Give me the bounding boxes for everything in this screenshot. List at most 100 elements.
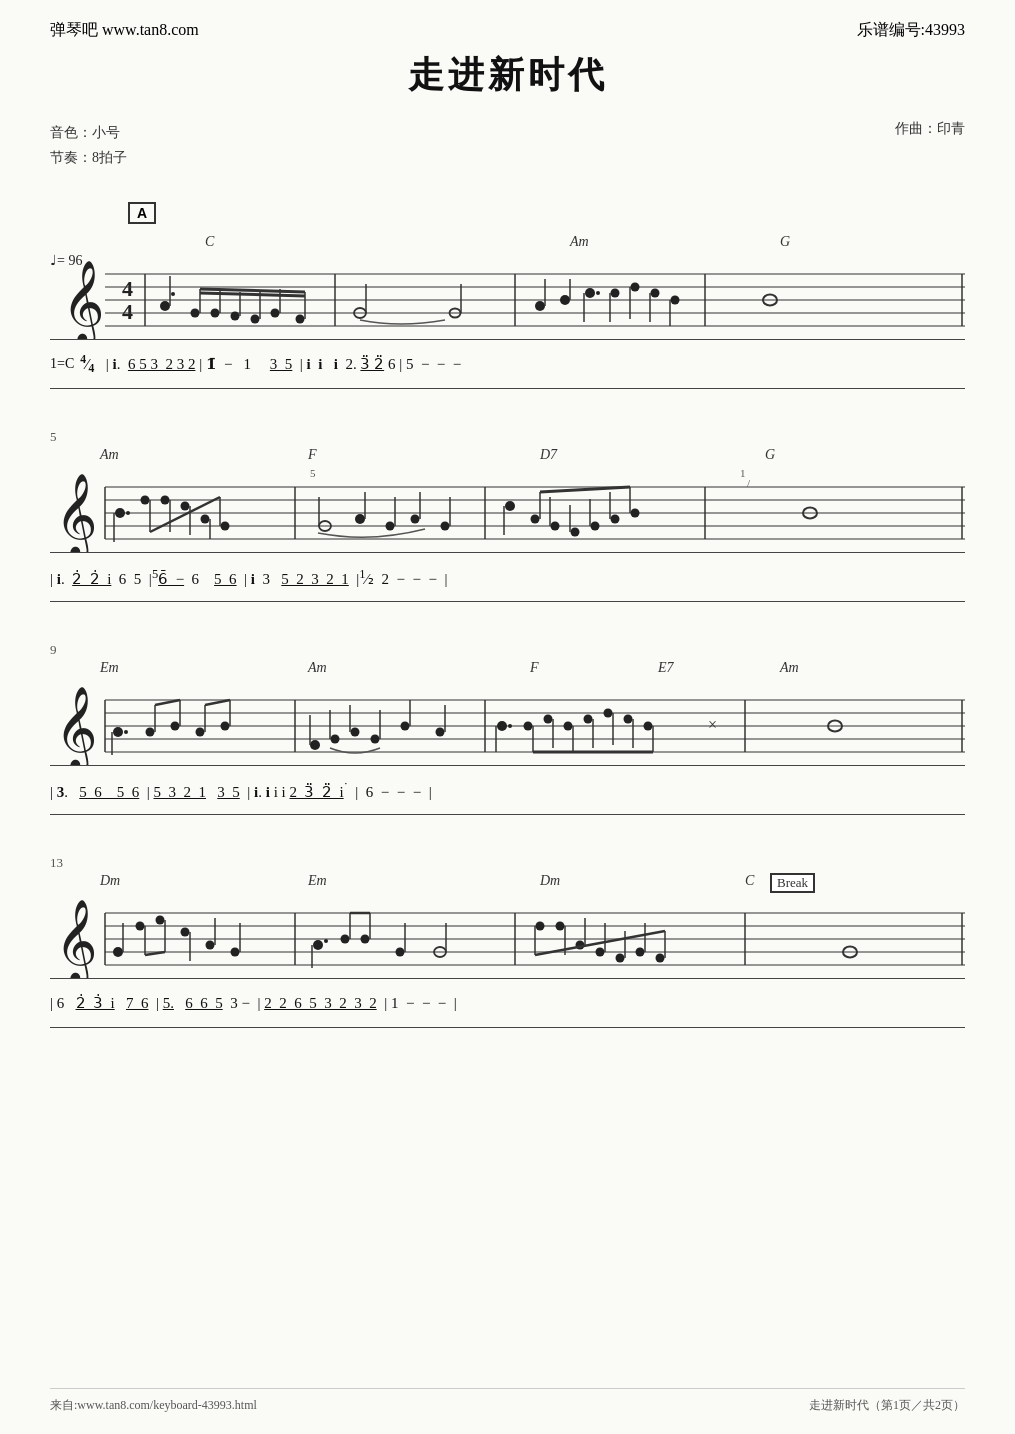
chord-F2: F [530, 660, 539, 676]
svg-point-61 [115, 508, 125, 518]
notation-text-3: | 3. 5 6 5 6 | 5 3 2 1 3 5 | i. i i i 2 … [50, 780, 432, 801]
svg-point-198 [556, 922, 565, 931]
row4-markers: 13 [50, 853, 965, 873]
svg-text:𝄞: 𝄞 [55, 474, 98, 552]
svg-point-115 [113, 727, 123, 737]
score-id: 乐谱编号:43993 [857, 20, 965, 41]
tempo-mark: ♩= 96 [50, 252, 82, 269]
section-a: A [128, 202, 156, 224]
row3-num: 9 [50, 642, 57, 658]
title-section: 走进新时代 [50, 51, 965, 100]
staff-lines-svg-4: 𝄞 [50, 893, 965, 978]
svg-point-145 [544, 715, 553, 724]
staff-svg-4: 𝄞 [50, 893, 965, 978]
svg-point-171 [113, 947, 123, 957]
notation-text-1: | i. 6 5 3 2 3 2 | 1̄ − 1 3 5 | i i i 2.… [98, 355, 461, 373]
notation-row-1: 1=C 4⁄4 | i. 6 5 3 2 3 2 | 1̄ − 1 3 5 | … [50, 339, 965, 389]
staff-lines-svg-2: 𝄞 [50, 467, 965, 552]
svg-point-26 [296, 315, 305, 324]
svg-point-86 [505, 501, 515, 511]
svg-point-64 [141, 496, 150, 505]
svg-point-94 [591, 522, 600, 531]
notation-row-3: | 3. 5 6 5 6 | 5 3 2 1 3 5 | i. i i i 2 … [50, 765, 965, 815]
svg-point-13 [160, 301, 170, 311]
svg-point-39 [596, 291, 600, 295]
svg-point-189 [361, 935, 370, 944]
svg-point-182 [231, 948, 240, 957]
svg-point-155 [644, 722, 653, 731]
svg-line-29 [200, 293, 305, 296]
svg-point-184 [313, 940, 323, 950]
chord-Em2: Em [308, 873, 327, 889]
row2-num: 5 [50, 429, 57, 445]
svg-point-84 [441, 522, 450, 531]
svg-point-149 [584, 715, 593, 724]
chord-F: F [308, 447, 317, 463]
chord-Am: Am [570, 234, 589, 250]
chord-G: G [780, 234, 790, 250]
svg-point-130 [331, 735, 340, 744]
row3-markers: 9 [50, 640, 965, 660]
row4-num: 13 [50, 855, 63, 871]
svg-point-140 [497, 721, 507, 731]
timbre-label: 音色：小号 [50, 120, 127, 145]
svg-line-28 [200, 289, 305, 292]
svg-text:5: 5 [310, 467, 316, 479]
notation-text-2: | i. 2̇ 2̇ i 6 5 |56̄ − 6 5 6 | i 3 5 2 … [50, 567, 447, 588]
svg-point-123 [196, 728, 205, 737]
staff-lines-svg-1: 𝄞 4 4 [50, 254, 965, 339]
notation-row-4: | 6 2̇ 3̇ i 7 6 | 5. 6 6 5 3 − | 2 2 6 5… [50, 978, 965, 1028]
svg-point-208 [656, 954, 665, 963]
break-marker: Break [770, 873, 815, 893]
svg-point-98 [631, 509, 640, 518]
site-label: 弹琴吧 www.tan8.com [50, 20, 199, 41]
meta-left: 音色：小号 节奏：8拍子 [50, 120, 127, 170]
main-title: 走进新时代 [50, 51, 965, 100]
chord-Am4: Am [780, 660, 799, 676]
svg-text:×: × [708, 716, 717, 733]
svg-point-38 [585, 288, 595, 298]
svg-point-45 [651, 289, 660, 298]
chord-Am2: Am [100, 447, 119, 463]
staff-row-4: 13 Dm Em Dm C Break 𝄞 [50, 853, 965, 1028]
chord-Dm: Dm [100, 873, 120, 889]
svg-point-175 [156, 916, 165, 925]
svg-point-125 [221, 722, 230, 731]
svg-point-206 [636, 948, 645, 957]
svg-point-141 [508, 724, 512, 728]
svg-point-22 [251, 315, 260, 324]
svg-point-128 [310, 740, 320, 750]
chord-E7: E7 [658, 660, 674, 676]
svg-point-90 [551, 522, 560, 531]
svg-point-41 [611, 289, 620, 298]
svg-point-88 [531, 515, 540, 524]
row2-chords: Am F D7 G [50, 447, 965, 467]
time-sig-display: 4⁄4 [80, 353, 94, 375]
chord-D7: D7 [540, 447, 557, 463]
svg-point-15 [171, 292, 175, 296]
notation-row-2: | i. 2̇ 2̇ i 6 5 |56̄ − 6 5 6 | i 3 5 2 … [50, 552, 965, 602]
staff-svg-2: 𝄞 [50, 467, 965, 552]
svg-line-122 [155, 700, 180, 705]
svg-point-96 [611, 515, 620, 524]
svg-text:𝄞: 𝄞 [55, 687, 98, 765]
svg-point-134 [371, 735, 380, 744]
svg-point-16 [191, 309, 200, 318]
row2-markers: 5 [50, 427, 965, 447]
svg-point-70 [201, 515, 210, 524]
svg-point-72 [221, 522, 230, 531]
staff-row-2: 5 Am F D7 G 𝄞 [50, 427, 965, 602]
composer-label: 作曲：印青 [895, 120, 965, 138]
svg-point-47 [671, 296, 680, 305]
svg-text:4: 4 [122, 299, 133, 324]
svg-point-34 [535, 301, 545, 311]
svg-point-147 [564, 722, 573, 731]
page: 弹琴吧 www.tan8.com 乐谱编号:43993 走进新时代 音色：小号 … [0, 0, 1015, 1434]
chord-Em: Em [100, 660, 119, 676]
row1-chords: C Am G [50, 234, 965, 254]
chord-C: C [205, 234, 214, 250]
row1-markers: A [50, 200, 965, 230]
footer: 来自:www.tan8.com/keyboard-43993.html 走进新时… [50, 1388, 965, 1414]
svg-point-92 [571, 528, 580, 537]
svg-text:𝄞: 𝄞 [62, 261, 105, 339]
